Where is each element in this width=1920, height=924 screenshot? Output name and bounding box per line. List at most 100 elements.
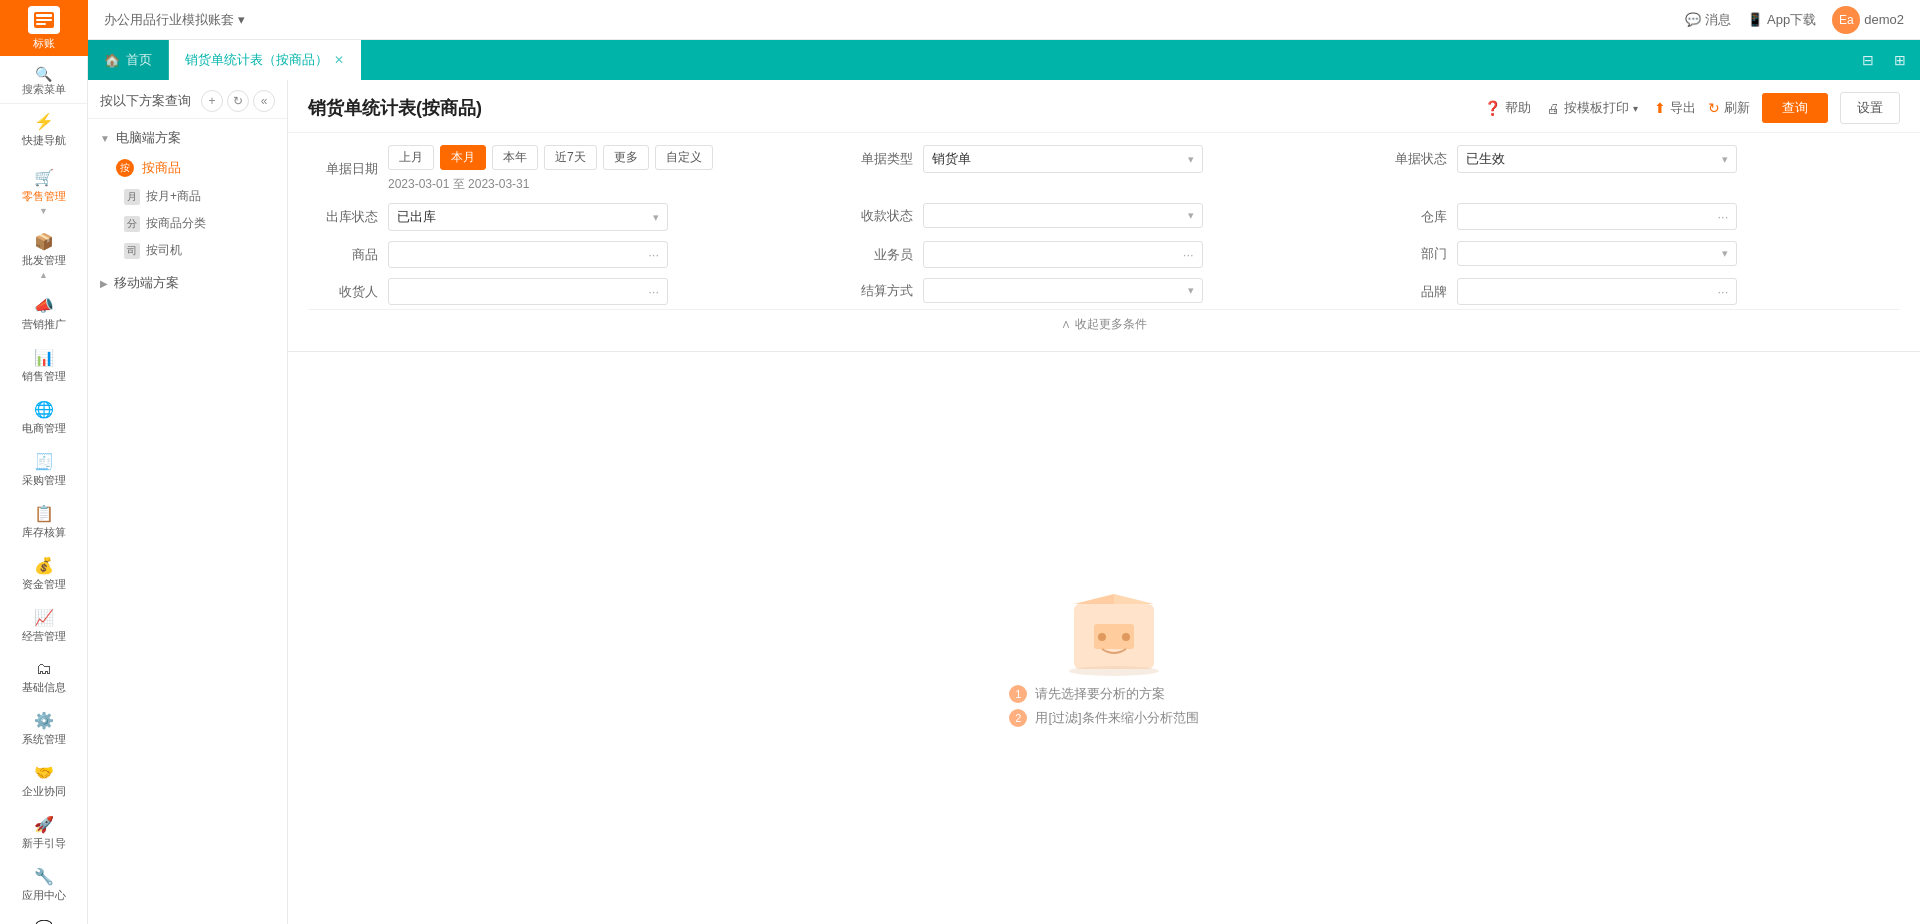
date-more-btn[interactable]: 更多 <box>603 145 649 170</box>
print-icon: 🖨 <box>1547 101 1560 116</box>
date-custom-btn[interactable]: 自定义 <box>655 145 713 170</box>
svg-rect-2 <box>36 19 52 21</box>
filter-row-1: 单据日期 上月 本月 本年 近7天 更多 自定义 2023-03-01 至 20… <box>308 145 1900 193</box>
scheme-group-pc-header[interactable]: ▼ 电脑端方案 <box>88 123 287 153</box>
sidebar: 标账 🔍 搜索菜单 ⚡ 快捷导航 🛒 零售管理 ▼ 📦 批发管理 ▲ 📣 营销推… <box>0 0 88 924</box>
print-btn[interactable]: 🖨 按模板打印 ▾ <box>1543 99 1642 117</box>
refresh-scheme-btn[interactable]: ↻ <box>227 90 249 112</box>
payment-select[interactable]: ▾ <box>923 278 1203 303</box>
sidebar-item-enterprise[interactable]: 🤝 企业协同 <box>0 755 87 807</box>
collect-status-select[interactable]: ▾ <box>923 203 1203 228</box>
refresh-btn[interactable]: ↻ 刷新 <box>1708 99 1750 117</box>
payment-dropdown-icon: ▾ <box>1188 284 1194 297</box>
help-icon: ❓ <box>1484 100 1501 116</box>
dropdown-arrow-icon: ▾ <box>238 12 245 27</box>
header-right: 💬 消息 📱 App下载 Ea demo2 <box>1685 6 1904 34</box>
sub-item-month-product[interactable]: 月 按月+商品 <box>88 183 287 210</box>
date-last-month-btn[interactable]: 上月 <box>388 145 434 170</box>
message-icon: 💬 <box>1685 12 1701 27</box>
collapse-filter-btn[interactable]: ∧ 收起更多条件 <box>308 309 1900 339</box>
industry-dropdown[interactable]: 办公用品行业模拟账套 ▾ <box>104 11 245 29</box>
brand-input[interactable]: ··· <box>1457 278 1737 305</box>
message-btn[interactable]: 💬 消息 <box>1685 11 1731 29</box>
sidebar-item-marketing[interactable]: 📣 营销推广 <box>0 288 87 340</box>
sidebar-item-system[interactable]: ⚙️ 系统管理 <box>0 703 87 755</box>
sidebar-item-wechat[interactable]: 💬 企业微信 <box>0 911 87 924</box>
product-filter-cell: 商品 ··· <box>308 241 831 268</box>
sidebar-item-retail[interactable]: 🛒 零售管理 ▼ <box>0 160 87 224</box>
search-btn[interactable]: 查询 <box>1762 93 1828 123</box>
sidebar-item-appstore[interactable]: 🔧 应用中心 <box>0 859 87 911</box>
sidebar-item-procurement[interactable]: 🧾 采购管理 <box>0 444 87 496</box>
collapse-panel-btn[interactable]: « <box>253 90 275 112</box>
dept-filter-cell: 部门 ▾ <box>1377 241 1900 266</box>
sidebar-item-newbie[interactable]: 🚀 新手引导 <box>0 807 87 859</box>
page-title-bar: 销货单统计表(按商品) ❓ 帮助 🖨 按模板打印 ▾ ⬆ 导出 <box>288 80 1920 133</box>
settings-btn[interactable]: 设置 <box>1840 92 1900 124</box>
sidebar-item-finance[interactable]: 💰 资金管理 <box>0 548 87 600</box>
group-arrow-icon: ▼ <box>100 133 110 144</box>
tab-sales-stat[interactable]: 销货单统计表（按商品） ✕ <box>169 40 361 80</box>
sub-item-by-machine[interactable]: 司 按司机 <box>88 237 287 264</box>
tab-minimize-btn[interactable]: ⊟ <box>1856 48 1880 72</box>
scheme-item-by-product[interactable]: 按 按商品 <box>88 153 287 183</box>
doc-type-dropdown-icon: ▾ <box>1188 153 1194 166</box>
svg-rect-1 <box>36 14 52 17</box>
sidebar-item-sales[interactable]: 📊 销售管理 <box>0 340 87 392</box>
dept-select[interactable]: ▾ <box>1457 241 1737 266</box>
sidebar-item-inventory[interactable]: 📋 库存核算 <box>0 496 87 548</box>
help-btn[interactable]: ❓ 帮助 <box>1484 99 1531 117</box>
sub-icon: 月 <box>124 189 140 205</box>
tip-num-1: 1 <box>1009 685 1027 703</box>
top-header: 办公用品行业模拟账套 ▾ 💬 消息 📱 App下载 Ea demo2 <box>88 0 1920 40</box>
staff-filter-cell: 业务员 ··· <box>843 241 1366 268</box>
sidebar-item-basics[interactable]: 🗂 基础信息 <box>0 652 87 703</box>
payment-label: 结算方式 <box>843 282 923 300</box>
doc-status-filter-cell: 单据状态 已生效 ▾ <box>1377 145 1900 173</box>
add-scheme-btn[interactable]: + <box>201 90 223 112</box>
export-btn[interactable]: ⬆ 导出 <box>1654 99 1696 117</box>
warehouse-label: 仓库 <box>1377 208 1457 226</box>
print-dropdown-icon: ▾ <box>1633 103 1638 114</box>
warehouse-input[interactable]: ··· <box>1457 203 1737 230</box>
out-status-select[interactable]: 已出库 ▾ <box>388 203 668 231</box>
group-label: 电脑端方案 <box>116 129 181 147</box>
date-filter-cell: 单据日期 上月 本月 本年 近7天 更多 自定义 2023-03-01 至 20… <box>308 145 831 193</box>
staff-input[interactable]: ··· <box>923 241 1203 268</box>
receiver-filter-cell: 收货人 ··· <box>308 278 831 305</box>
doc-type-select[interactable]: 销货单 ▾ <box>923 145 1203 173</box>
date-this-year-btn[interactable]: 本年 <box>492 145 538 170</box>
user-profile-btn[interactable]: Ea demo2 <box>1832 6 1904 34</box>
sidebar-quicknav[interactable]: ⚡ 快捷导航 <box>0 104 87 156</box>
right-panel: 销货单统计表(按商品) ❓ 帮助 🖨 按模板打印 ▾ ⬆ 导出 <box>288 80 1920 924</box>
sub-icon-2: 分 <box>124 216 140 232</box>
date-label: 单据日期 <box>308 160 388 178</box>
tab-bar: 🏠 首页 销货单统计表（按商品） ✕ ⊟ ⊞ <box>88 40 1920 80</box>
logo-text: 标账 <box>33 36 55 51</box>
doc-type-filter-cell: 单据类型 销货单 ▾ <box>843 145 1366 173</box>
doc-status-dropdown-icon: ▾ <box>1722 153 1728 166</box>
app-download-btn[interactable]: 📱 App下载 <box>1747 11 1816 29</box>
scheme-icon: 按 <box>116 159 134 177</box>
date-last-7days-btn[interactable]: 近7天 <box>544 145 597 170</box>
main-area: 办公用品行业模拟账套 ▾ 💬 消息 📱 App下载 Ea demo2 🏠 <box>88 0 1920 924</box>
svg-point-9 <box>1098 633 1106 641</box>
tab-expand-btn[interactable]: ⊞ <box>1888 48 1912 72</box>
sub-item-product-category[interactable]: 分 按商品分类 <box>88 210 287 237</box>
sidebar-item-ecommerce[interactable]: 🌐 电商管理 <box>0 392 87 444</box>
sidebar-item-wholesale[interactable]: 📦 批发管理 ▲ <box>0 224 87 288</box>
doc-type-label: 单据类型 <box>843 150 923 168</box>
mobile-group[interactable]: ▶ 移动端方案 <box>88 268 287 298</box>
doc-status-select[interactable]: 已生效 ▾ <box>1457 145 1737 173</box>
product-input[interactable]: ··· <box>388 241 668 268</box>
sidebar-search-btn[interactable]: 🔍 搜索菜单 <box>0 56 87 104</box>
left-panel-actions: + ↻ « <box>201 90 275 112</box>
sidebar-item-operation[interactable]: 📈 经营管理 <box>0 600 87 652</box>
empty-illustration <box>1044 549 1164 669</box>
filter-row-4: 收货人 ··· 结算方式 ▾ <box>308 278 1900 305</box>
header-left: 办公用品行业模拟账套 ▾ <box>104 11 245 29</box>
tab-close-btn[interactable]: ✕ <box>334 53 344 67</box>
receiver-input[interactable]: ··· <box>388 278 668 305</box>
date-this-month-btn[interactable]: 本月 <box>440 145 486 170</box>
tab-home[interactable]: 🏠 首页 <box>88 40 169 80</box>
